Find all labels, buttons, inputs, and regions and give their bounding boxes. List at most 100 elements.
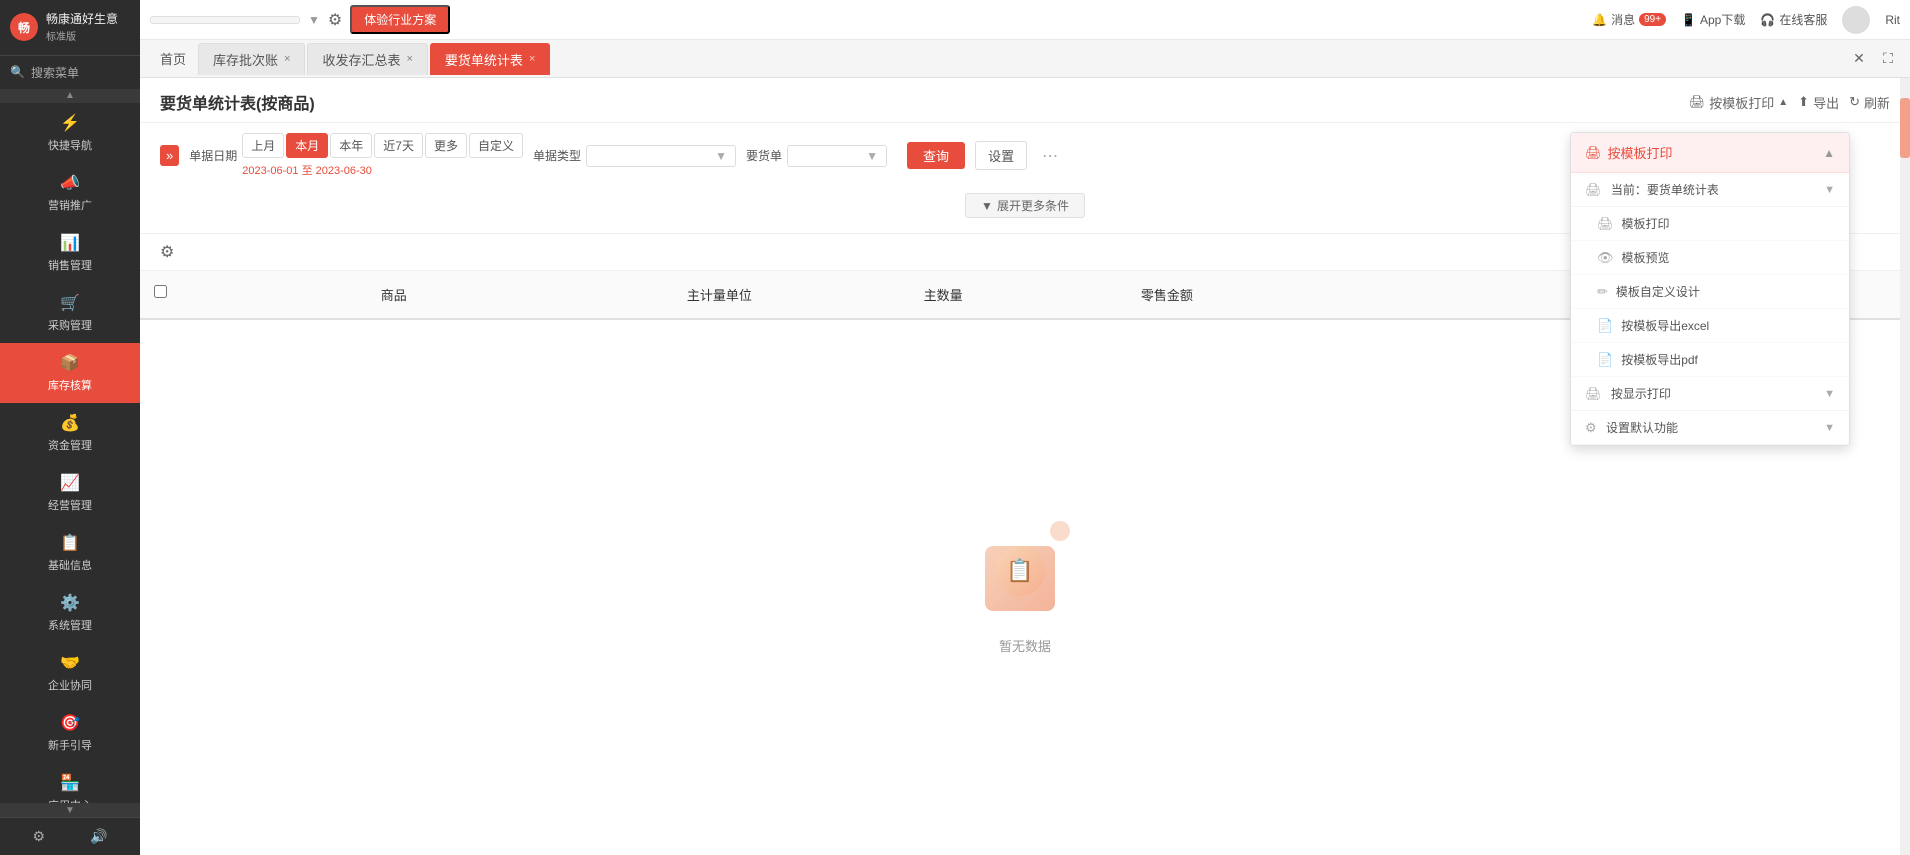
notifications-btn[interactable]: 🔔 消息 99+ — [1592, 11, 1666, 28]
tab-order-stats-close[interactable]: × — [529, 53, 535, 65]
print-icon: 🖨 — [1689, 94, 1706, 110]
sidebar-item-guide[interactable]: 🎯 新手引导 — [0, 703, 140, 763]
sidebar-item-system[interactable]: ⚙️ 系统管理 — [0, 583, 140, 643]
current-month-btn[interactable]: 本月 — [286, 133, 328, 158]
tab-inventory-batch[interactable]: 库存批次账 × — [198, 43, 305, 75]
table-column-settings-icon[interactable]: ⚙ — [160, 242, 174, 262]
sidebar-item-appstore[interactable]: 🏪 应用中心 — [0, 763, 140, 803]
refresh-btn[interactable]: ↻ 刷新 — [1849, 93, 1890, 112]
sidebar-item-marketing[interactable]: 📣 营销推广 — [0, 163, 140, 223]
display-print-section[interactable]: 🖨 按显示打印 ▼ — [1571, 377, 1849, 411]
app-version: 标准版 — [46, 28, 118, 43]
custom-btn[interactable]: 自定义 — [469, 133, 523, 158]
template-print-item[interactable]: 🖨 模板打印 — [1571, 207, 1849, 241]
tab-bar-end: ✕ ⛶ — [1847, 47, 1900, 71]
sidebar: 畅 畅康通好生意 标准版 🔍 搜索菜单 ▲ ⚡ 快捷导航 📣 营销推广 📊 销售… — [0, 0, 140, 855]
template-print-label: 模板打印 — [1622, 215, 1670, 232]
goods-select[interactable]: ▼ — [787, 145, 887, 167]
sidebar-item-purchase[interactable]: 🛒 采购管理 — [0, 283, 140, 343]
quick-nav-icon: ⚡ — [60, 113, 80, 133]
search-menu-item[interactable]: 🔍 搜索菜单 — [0, 56, 140, 89]
template-preview-item[interactable]: 👁 模板预览 — [1571, 241, 1849, 275]
template-custom-item[interactable]: ✏ 模板自定义设计 — [1571, 275, 1849, 309]
last-month-btn[interactable]: 上月 — [242, 133, 284, 158]
date-buttons: 上月 本月 本年 近7天 更多 自定义 — [242, 133, 523, 158]
sidebar-item-label: 新手引导 — [48, 737, 92, 753]
sidebar-item-operations[interactable]: 📈 经营管理 — [0, 463, 140, 523]
right-scrollbar[interactable] — [1900, 78, 1910, 855]
tab-inventory-batch-close[interactable]: × — [284, 53, 290, 65]
sidebar-item-finance[interactable]: 💰 资金管理 — [0, 403, 140, 463]
settings-button[interactable]: 设置 — [975, 141, 1027, 170]
header-actions: 🔔 消息 99+ 📱 App下载 🎧 在线客服 Rit — [1592, 6, 1900, 34]
tab-collection-close[interactable]: × — [406, 53, 412, 65]
scrollbar-thumb[interactable] — [1900, 98, 1910, 158]
expand-more-btn[interactable]: ▼ 展开更多条件 — [965, 193, 1085, 218]
app-download-btn[interactable]: 📱 App下载 — [1681, 11, 1745, 28]
print-template-btn[interactable]: 🖨 按模板打印 ▲ — [1689, 93, 1788, 112]
export-btn[interactable]: ⬆ 导出 — [1798, 93, 1839, 112]
more-options-icon[interactable]: ⋯ — [1042, 146, 1058, 166]
col-checkbox — [140, 279, 180, 310]
footer-settings-icon[interactable]: ⚙ — [33, 828, 46, 845]
print-chevron-icon: ▲ — [1778, 97, 1788, 108]
header-search-chevron[interactable]: ▼ — [308, 13, 320, 27]
date-filter-label: 单据日期 — [189, 147, 237, 164]
set-default-arrow: ▼ — [1824, 422, 1835, 434]
sidebar-scroll-down[interactable]: ▼ — [0, 803, 140, 817]
empty-text: 暂无数据 — [999, 636, 1051, 655]
export-excel-item[interactable]: 📄 按模板导出excel — [1571, 309, 1849, 343]
footer-audio-icon[interactable]: 🔊 — [90, 828, 107, 845]
export-pdf-label: 按模板导出pdf — [1621, 351, 1698, 368]
finance-icon: 💰 — [60, 413, 80, 433]
filter-expand-btn[interactable]: » — [160, 145, 179, 166]
tab-order-stats[interactable]: 要货单统计表 × — [430, 43, 550, 75]
operations-icon: 📈 — [60, 473, 80, 493]
query-button[interactable]: 查询 — [907, 142, 965, 169]
template-print-icon: 🖨 — [1597, 216, 1614, 232]
sidebar-scroll-up[interactable]: ▲ — [0, 89, 140, 103]
print-template-label: 按模板打印 — [1709, 93, 1774, 112]
search-menu-label: 搜索菜单 — [31, 64, 79, 81]
current-year-btn[interactable]: 本年 — [330, 133, 372, 158]
goods-arrow-icon: ▼ — [866, 149, 878, 163]
tab-maximize-btn[interactable]: ⛶ — [1876, 47, 1900, 71]
export-excel-label: 按模板导出excel — [1621, 317, 1709, 334]
user-avatar[interactable] — [1842, 6, 1870, 34]
system-icon: ⚙️ — [60, 593, 80, 613]
tab-inventory-batch-label: 库存批次账 — [213, 50, 278, 69]
select-all-checkbox[interactable] — [154, 285, 167, 298]
template-preview-label: 模板预览 — [1622, 249, 1670, 266]
trial-button[interactable]: 体验行业方案 — [350, 5, 450, 34]
online-service-label: 在线客服 — [1779, 11, 1827, 28]
sidebar-item-basic[interactable]: 📋 基础信息 — [0, 523, 140, 583]
select-arrow-icon: ▼ — [715, 149, 727, 163]
more-btn[interactable]: 更多 — [425, 133, 467, 158]
online-service-btn[interactable]: 🎧 在线客服 — [1760, 11, 1827, 28]
display-print-icon: 🖨 — [1585, 386, 1602, 401]
dropdown-collapse-icon[interactable]: ▲ — [1823, 146, 1835, 160]
template-indicator-icon: 🖨 — [1585, 182, 1602, 197]
dropdown-current-template[interactable]: 🖨 当前：要货单统计表 ▼ — [1571, 173, 1849, 207]
doc-type-select[interactable]: ▼ — [586, 145, 736, 167]
tab-home[interactable]: 首页 — [150, 43, 196, 74]
inventory-icon: 📦 — [60, 353, 80, 373]
display-print-left: 🖨 按显示打印 — [1585, 385, 1671, 402]
last-7-days-btn[interactable]: 近7天 — [374, 133, 423, 158]
sidebar-item-inventory[interactable]: 📦 库存核算 — [0, 343, 140, 403]
sidebar-item-label: 营销推广 — [48, 197, 92, 213]
tab-close-all-btn[interactable]: ✕ — [1847, 47, 1871, 71]
sidebar-item-enterprise[interactable]: 🤝 企业协同 — [0, 643, 140, 703]
col-qty-header: 主数量 — [831, 279, 1055, 310]
tab-collection-summary[interactable]: 收发存汇总表 × — [307, 43, 427, 75]
sidebar-item-quick-nav[interactable]: ⚡ 快捷导航 — [0, 103, 140, 163]
header-settings-icon[interactable]: ⚙ — [328, 10, 342, 30]
print-header-icon: 🖨 — [1585, 145, 1602, 161]
export-pdf-item[interactable]: 📄 按模板导出pdf — [1571, 343, 1849, 377]
refresh-icon: ↻ — [1849, 94, 1860, 110]
set-default-section[interactable]: ⚙ 设置默认功能 ▼ — [1571, 411, 1849, 445]
user-name: Rit — [1885, 13, 1900, 27]
sidebar-item-sales[interactable]: 📊 销售管理 — [0, 223, 140, 283]
header-search-box[interactable] — [150, 16, 300, 24]
appstore-icon: 🏪 — [60, 773, 80, 793]
